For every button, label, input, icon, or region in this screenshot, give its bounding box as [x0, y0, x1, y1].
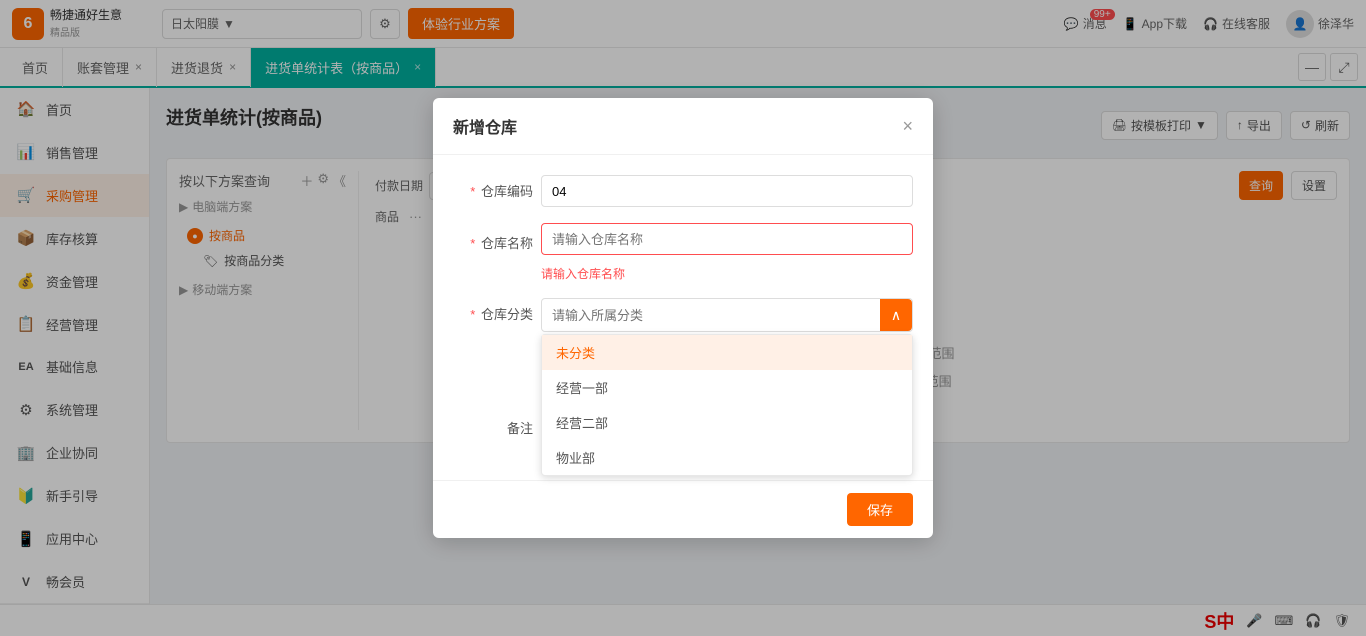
- classify-required-mark: *: [470, 307, 475, 322]
- classify-label: * 仓库分类: [453, 298, 533, 323]
- name-input[interactable]: [541, 223, 913, 255]
- modal-title: 新增仓库: [453, 114, 517, 138]
- dropdown-item-dept2[interactable]: 经营二部: [542, 405, 912, 440]
- code-row: * 仓库编码: [453, 175, 913, 207]
- modal-body: * 仓库编码 * 仓库名称 请输入仓库名称: [433, 155, 933, 480]
- save-button[interactable]: 保存: [847, 493, 913, 526]
- classify-toggle-btn[interactable]: ∧: [880, 299, 912, 331]
- modal-close-button[interactable]: ×: [902, 116, 913, 137]
- dropdown-item-dept1[interactable]: 经营一部: [542, 370, 912, 405]
- required-mark: *: [470, 184, 475, 199]
- modal-overlay: 新增仓库 × * 仓库编码 * 仓库名称: [0, 0, 1366, 636]
- classify-input[interactable]: [542, 299, 880, 331]
- classify-dropdown: 未分类 经营一部 经营二部 物业部: [541, 334, 913, 476]
- name-error-msg: 请输入仓库名称: [541, 267, 625, 281]
- classify-wrapper: ∧ 未分类 经营一部 经营二部 物业部: [541, 298, 913, 332]
- name-required-mark: *: [470, 236, 475, 251]
- classify-input-row: ∧: [541, 298, 913, 332]
- name-label: * 仓库名称: [453, 227, 533, 252]
- code-input[interactable]: [541, 175, 913, 207]
- note-label: 备注: [453, 412, 533, 437]
- new-warehouse-modal: 新增仓库 × * 仓库编码 * 仓库名称: [433, 98, 933, 538]
- name-row: * 仓库名称 请输入仓库名称: [453, 223, 913, 282]
- dropdown-item-dept3[interactable]: 物业部: [542, 440, 912, 475]
- modal-header: 新增仓库 ×: [433, 98, 933, 155]
- classify-row: * 仓库分类 ∧ 未分类 经营一部 经营二部 物业部: [453, 298, 913, 332]
- code-label: * 仓库编码: [453, 175, 533, 200]
- modal-footer: 保存: [433, 480, 933, 538]
- dropdown-item-unclassified[interactable]: 未分类: [542, 335, 912, 370]
